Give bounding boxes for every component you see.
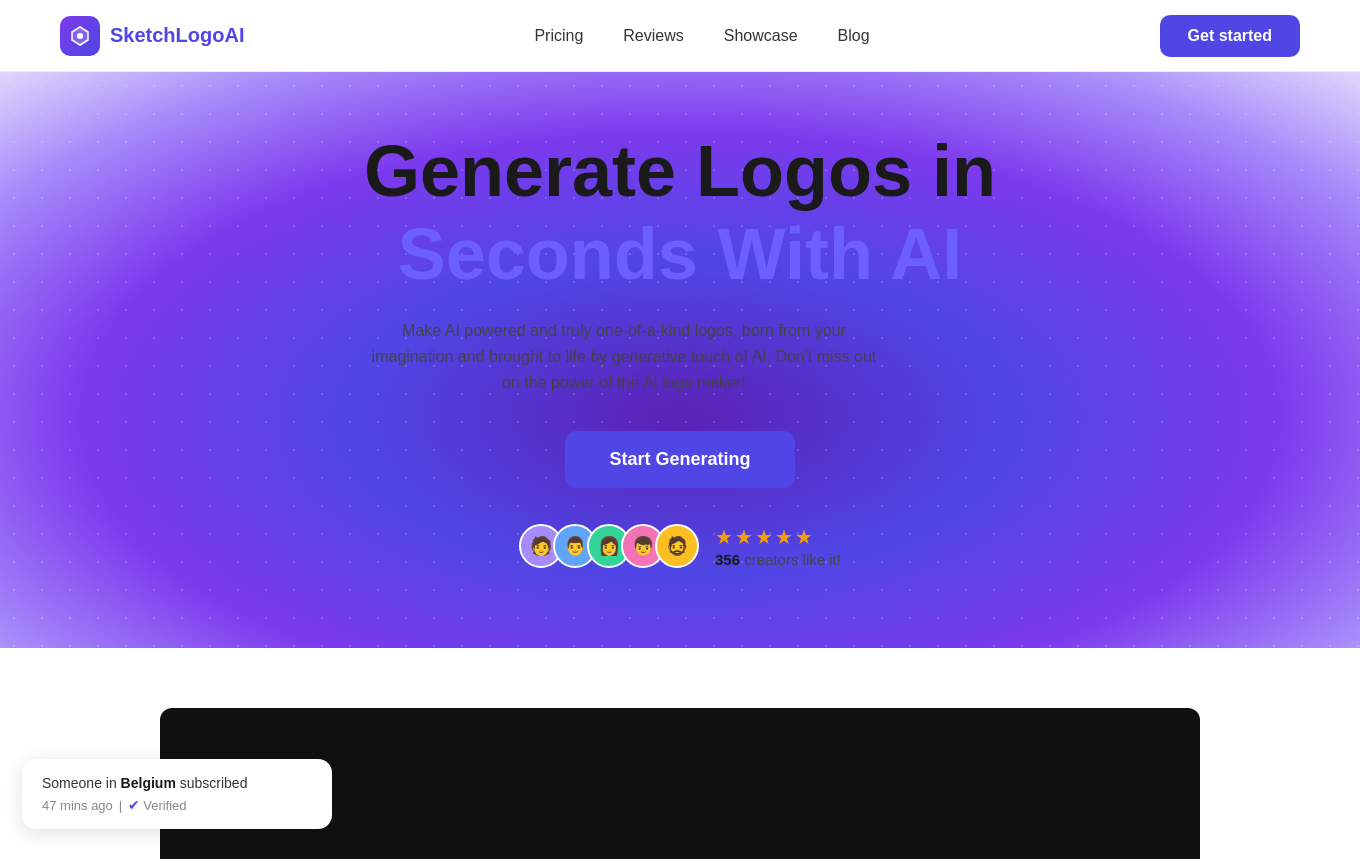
toast-notification: Someone in Belgium subscribed 47 mins ag… [22,759,332,829]
hero-title-line2: Seconds With AI [364,215,996,294]
toast-separator: | [119,798,122,813]
nav-pricing[interactable]: Pricing [534,27,583,44]
toast-country: Belgium [121,775,176,791]
star-1: ★ [715,525,733,549]
navbar: SketchLogoAI Pricing Reviews Showcase Bl… [0,0,1360,72]
star-rating: ★ ★ ★ ★ ★ [715,525,813,549]
star-4: ★ [775,525,793,549]
nav-blog[interactable]: Blog [838,27,870,44]
get-started-button[interactable]: Get started [1160,15,1300,57]
star-2: ★ [735,525,753,549]
start-generating-button[interactable]: Start Generating [565,431,794,488]
toast-verified-badge: ✔ Verified [128,797,186,813]
hero-subtitle: Make AI powered and truly one-of-a-kind … [364,318,884,395]
hero-title-line1: Generate Logos in [364,132,996,211]
toast-action: subscribed [180,775,248,791]
toast-message: Someone in Belgium subscribed [42,775,312,791]
avatar-group: 🧑 👨 👩 👦 🧔 [519,524,699,568]
logo-link[interactable]: SketchLogoAI [60,16,244,56]
toast-meta: 47 mins ago | ✔ Verified [42,797,312,813]
star-3: ★ [755,525,773,549]
nav-links: Pricing Reviews Showcase Blog [534,27,869,45]
nav-showcase[interactable]: Showcase [724,27,798,44]
social-proof: 🧑 👨 👩 👦 🧔 ★ ★ ★ ★ ★ 356 creators like it… [364,524,996,568]
social-info: ★ ★ ★ ★ ★ 356 creators like it! [715,525,841,568]
verified-icon: ✔ [128,797,140,813]
toast-time: 47 mins ago [42,798,113,813]
logo-text: SketchLogoAI [110,24,244,47]
creators-text: creators like it! [744,551,841,568]
logo-icon [60,16,100,56]
creators-count: 356 [715,551,740,568]
hero-content: Generate Logos in Seconds With AI Make A… [364,132,996,568]
star-5: ★ [795,525,813,549]
creators-label: 356 creators like it! [715,551,841,568]
nav-reviews[interactable]: Reviews [623,27,683,44]
hero-section: Generate Logos in Seconds With AI Make A… [0,72,1360,648]
toast-prefix: Someone in [42,775,117,791]
toast-verified-label: Verified [143,798,186,813]
avatar: 🧔 [655,524,699,568]
svg-point-0 [77,33,83,39]
